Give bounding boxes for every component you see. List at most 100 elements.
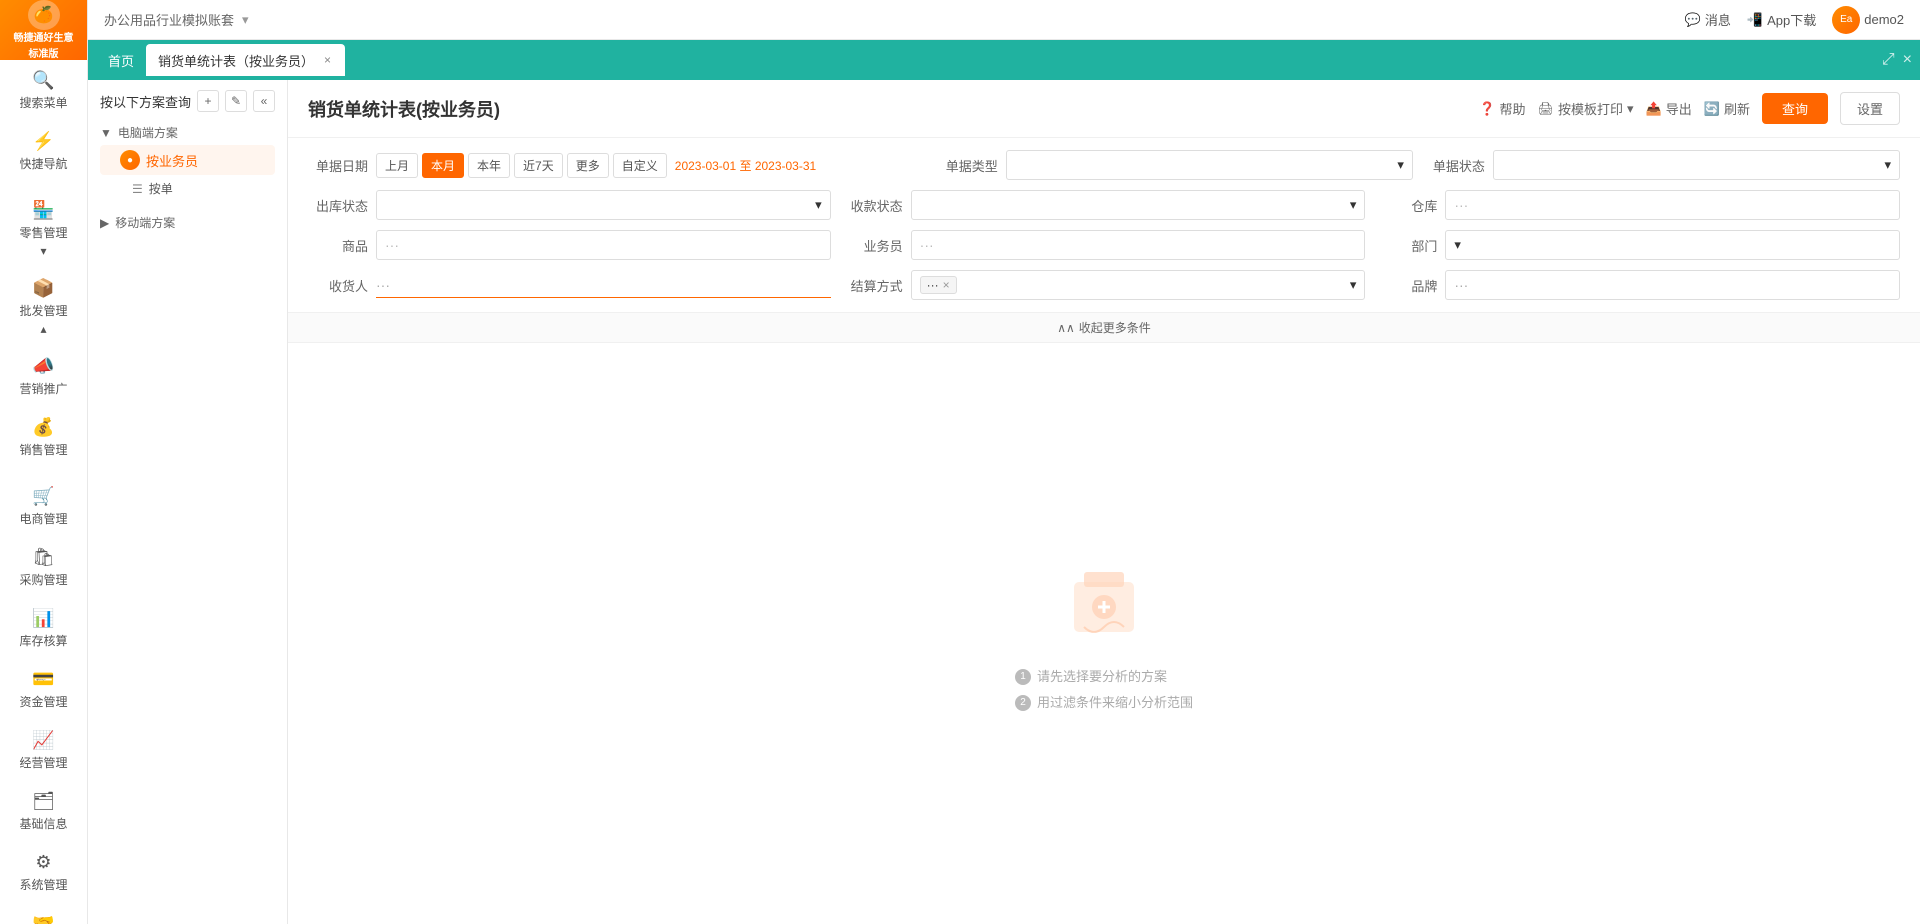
user-menu-button[interactable]: Ea demo2: [1832, 6, 1904, 34]
order-icon: ☰: [132, 182, 143, 196]
tab-closeall-button[interactable]: ×: [1903, 51, 1912, 69]
add-scheme-button[interactable]: +: [197, 90, 219, 112]
sidebar-item-enterprise[interactable]: 🤝 企业协同: [0, 903, 88, 924]
message-button[interactable]: 💬 消息: [1685, 10, 1731, 29]
top-header: 办公用品行业模拟账套 ▾ 💬 消息 📲 App下载 Ea demo2: [88, 0, 1920, 40]
tab-active[interactable]: 销货单统计表（按业务员） ×: [146, 44, 345, 76]
filter-item-doc-type: 单据类型 ▾: [938, 150, 1413, 180]
sidebar-item-operation[interactable]: 📈 经营管理: [0, 720, 88, 781]
tab-bar-actions: ⤢ ×: [1882, 51, 1912, 69]
consignee-dots: ···: [376, 277, 390, 293]
receipt-status-select[interactable]: ▾: [911, 190, 1366, 220]
breadcrumb-text: 办公用品行业模拟账套: [104, 10, 234, 29]
filter-row-1: 单据日期 上月 本月 本年 近7天 更多 自定义 2023-03-01 至 20…: [308, 150, 1900, 180]
add-icon: +: [204, 94, 211, 108]
out-status-dropdown-icon: ▾: [815, 197, 822, 213]
sidebar-item-basic[interactable]: 🗂 基础信息: [0, 781, 88, 842]
collapse-bar[interactable]: ∧∧ 收起更多条件: [288, 313, 1920, 343]
scheme-item-salesperson[interactable]: ● 按业务员: [100, 145, 275, 175]
date-btn-this-month[interactable]: 本月: [422, 153, 464, 178]
header-left: 办公用品行业模拟账套 ▾: [104, 10, 249, 29]
left-panel: 按以下方案查询 + ✎ « ▼ 电脑端方案: [88, 80, 288, 924]
goods-select[interactable]: ···: [376, 230, 831, 260]
sidebar-item-label: 经营管理: [19, 754, 67, 771]
empty-tips: 1 请先选择要分析的方案 2 用过滤条件来缩小分析范围: [1015, 664, 1193, 716]
payment-select[interactable]: ··· × ▾: [911, 270, 1366, 300]
filter-item-out-status: 出库状态 ▾: [308, 190, 831, 220]
sidebar-item-label: 营销推广: [19, 380, 67, 397]
retail-icon: 🏪: [32, 200, 54, 221]
empty-tip-2: 2 用过滤条件来缩小分析范围: [1015, 690, 1193, 716]
sidebar-item-label: 快捷导航: [19, 155, 67, 172]
purchase-icon: 🛍: [32, 547, 55, 568]
warehouse-select[interactable]: ···: [1445, 190, 1900, 220]
department-dropdown-icon: ▾: [1454, 237, 1461, 253]
scheme-sub-item-label: 按单: [149, 180, 173, 197]
sidebar-item-wholesale[interactable]: 📦 批发管理 ▴: [0, 268, 88, 346]
department-select[interactable]: ▾: [1445, 230, 1900, 260]
pc-scheme-expand-icon: ▼: [100, 126, 112, 140]
salesperson-dots: ···: [920, 237, 934, 253]
scheme-sub-item-by-order[interactable]: ☰ 按单: [100, 175, 275, 202]
date-btn-last-month[interactable]: 上月: [376, 153, 418, 178]
sidebar-item-marketing[interactable]: 📣 营销推广: [0, 346, 88, 407]
sidebar-item-search-menu[interactable]: 🔍 搜索菜单: [0, 60, 88, 121]
sidebar-item-label: 库存核算: [19, 632, 67, 649]
sidebar-item-sales[interactable]: 💰 销售管理: [0, 407, 88, 468]
date-btn-custom[interactable]: 自定义: [613, 153, 667, 178]
edit-icon: ✎: [231, 94, 241, 108]
scheme-item-label: 按业务员: [146, 151, 198, 170]
payment-tag-close[interactable]: ×: [943, 278, 950, 292]
date-btn-this-year[interactable]: 本年: [468, 153, 510, 178]
doc-status-dropdown-icon: ▾: [1884, 157, 1891, 173]
filter-area: 单据日期 上月 本月 本年 近7天 更多 自定义 2023-03-01 至 20…: [288, 138, 1920, 313]
app-download-button[interactable]: 📲 App下载: [1747, 10, 1816, 29]
help-button[interactable]: ❓ 帮助: [1479, 99, 1525, 118]
doc-type-select[interactable]: ▾: [1006, 150, 1413, 180]
right-panel: 销货单统计表(按业务员) ❓ 帮助 🖨 按模板打印 ▾ 📤 导出: [288, 80, 1920, 924]
sidebar-item-inventory[interactable]: 📊 库存核算: [0, 598, 88, 659]
mobile-scheme-header[interactable]: ▶ 移动端方案: [100, 210, 275, 235]
sidebar-item-purchase[interactable]: 🛍 采购管理: [0, 537, 88, 598]
sidebar-item-finance[interactable]: 💳 资金管理: [0, 659, 88, 720]
date-btn-7days[interactable]: 近7天: [514, 153, 563, 178]
enterprise-icon: 🤝: [32, 913, 54, 924]
collapse-panel-button[interactable]: «: [253, 90, 275, 112]
breadcrumb-dropdown-icon[interactable]: ▾: [242, 12, 249, 28]
pc-scheme-group-header[interactable]: ▼ 电脑端方案: [100, 120, 275, 145]
receipt-status-label: 收款状态: [843, 196, 903, 215]
content-area: 按以下方案查询 + ✎ « ▼ 电脑端方案: [88, 80, 1920, 924]
query-button[interactable]: 查询: [1762, 93, 1828, 124]
tab-home[interactable]: 首页: [96, 44, 146, 76]
filter-item-brand: 品牌 ···: [1377, 270, 1900, 300]
edit-scheme-button[interactable]: ✎: [225, 90, 247, 112]
receipt-status-dropdown-icon: ▾: [1350, 197, 1357, 213]
brand-select[interactable]: ···: [1445, 270, 1900, 300]
filter-item-goods: 商品 ···: [308, 230, 831, 260]
sidebar-item-system[interactable]: ⚙ 系统管理: [0, 842, 88, 903]
filter-row-3: 商品 ··· 业务员 ··· 部门 ▾: [308, 230, 1900, 260]
export-button[interactable]: 📤 导出: [1646, 99, 1692, 118]
tab-close-button[interactable]: ×: [322, 51, 333, 69]
consignee-input[interactable]: ···: [376, 273, 831, 298]
print-button[interactable]: 🖨 按模板打印 ▾: [1538, 99, 1634, 118]
help-icon: ❓: [1479, 101, 1495, 117]
print-icon: 🖨: [1538, 101, 1555, 117]
search-menu-icon: 🔍: [32, 70, 54, 91]
brand-dots: ···: [1454, 277, 1468, 293]
warehouse-label: 仓库: [1377, 196, 1437, 215]
doc-status-select[interactable]: ▾: [1493, 150, 1900, 180]
date-btn-more[interactable]: 更多: [567, 153, 609, 178]
tab-maximize-button[interactable]: ⤢: [1882, 51, 1895, 69]
sidebar-item-quick-nav[interactable]: ⚡ 快捷导航: [0, 121, 88, 182]
warehouse-dots: ···: [1454, 197, 1468, 213]
out-status-select[interactable]: ▾: [376, 190, 831, 220]
sidebar-item-ecommerce[interactable]: 🛒 电商管理: [0, 476, 88, 537]
mobile-section-label: 移动端方案: [115, 214, 175, 231]
logo-icon: 🍊: [28, 0, 60, 30]
sidebar-item-retail[interactable]: 🏪 零售管理 ▾: [0, 190, 88, 268]
refresh-button[interactable]: 🔄 刷新: [1704, 99, 1750, 118]
salesperson-select[interactable]: ···: [911, 230, 1366, 260]
tab-home-label: 首页: [108, 51, 134, 70]
settings-button[interactable]: 设置: [1840, 92, 1900, 125]
